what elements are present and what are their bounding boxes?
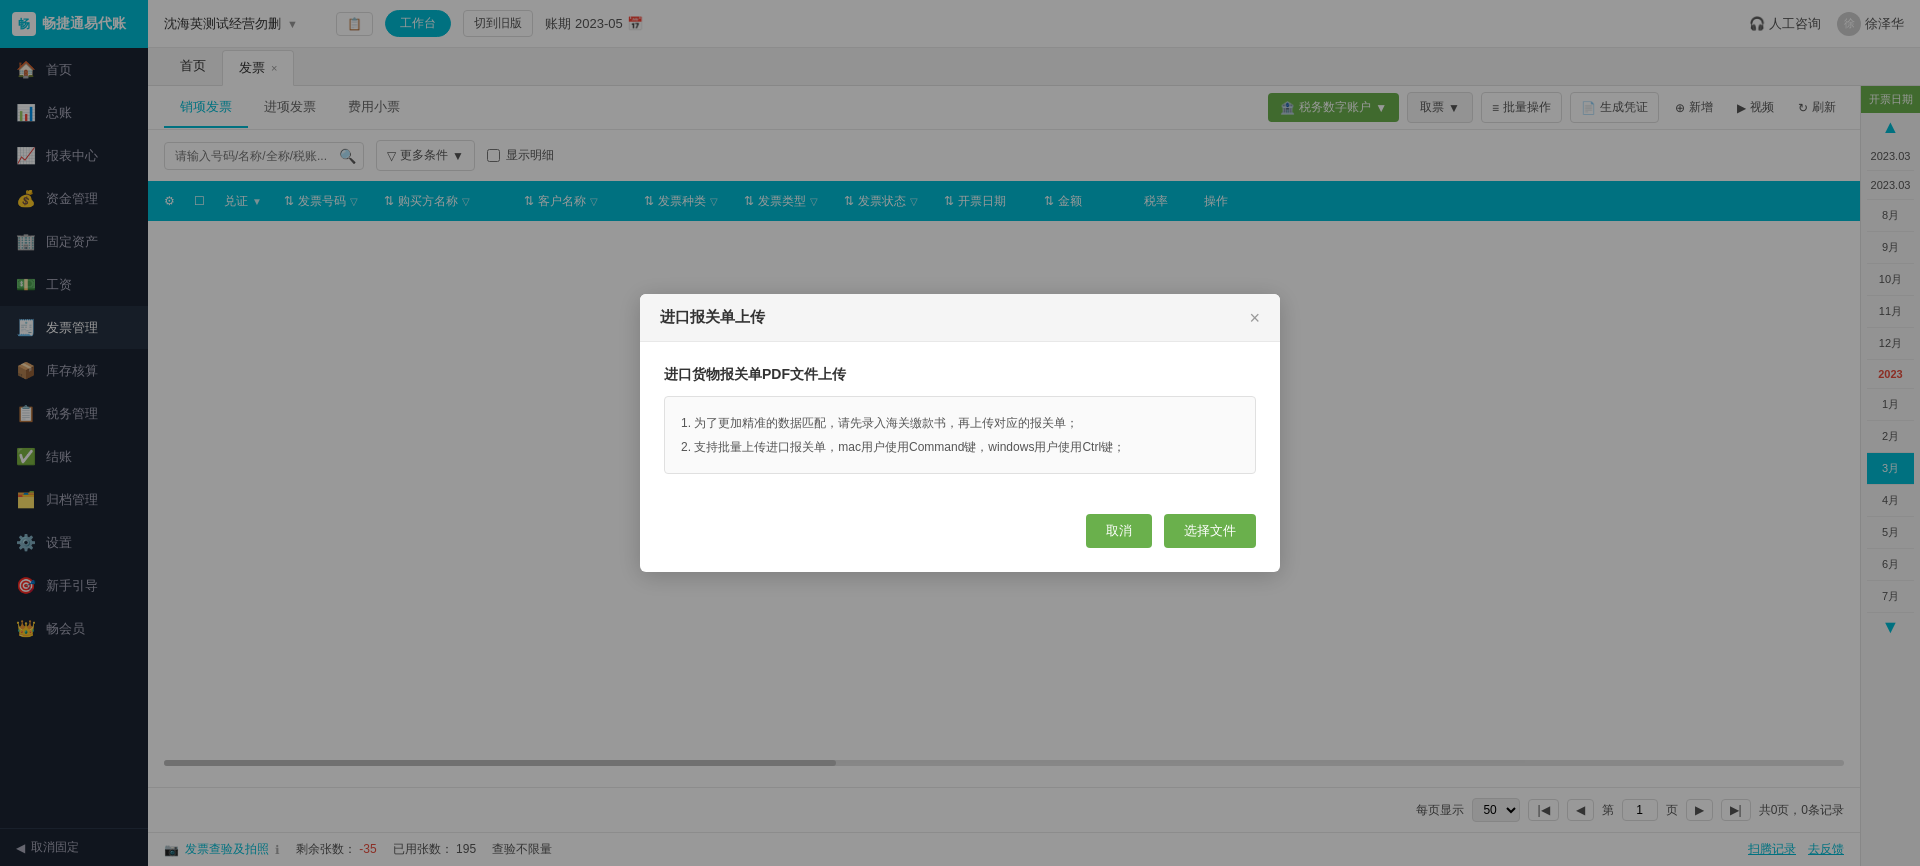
dialog-select-file-button[interactable]: 选择文件	[1164, 514, 1256, 548]
dialog-cancel-button[interactable]: 取消	[1086, 514, 1152, 548]
dialog-info-item-1: 1. 为了更加精准的数据匹配，请先录入海关缴款书，再上传对应的报关单；	[681, 411, 1239, 435]
dialog-header: 进口报关单上传 ×	[640, 294, 1280, 342]
dialog-section-title: 进口货物报关单PDF文件上传	[664, 366, 1256, 384]
dialog-body: 进口货物报关单PDF文件上传 1. 为了更加精准的数据匹配，请先录入海关缴款书，…	[640, 342, 1280, 514]
dialog-overlay[interactable]: 进口报关单上传 × 进口货物报关单PDF文件上传 1. 为了更加精准的数据匹配，…	[0, 0, 1920, 866]
dialog-title: 进口报关单上传	[660, 308, 765, 327]
import-dialog: 进口报关单上传 × 进口货物报关单PDF文件上传 1. 为了更加精准的数据匹配，…	[640, 294, 1280, 572]
dialog-footer: 取消 选择文件	[640, 514, 1280, 572]
dialog-info-box: 1. 为了更加精准的数据匹配，请先录入海关缴款书，再上传对应的报关单； 2. 支…	[664, 396, 1256, 474]
dialog-close-icon[interactable]: ×	[1249, 309, 1260, 327]
dialog-info-item-2: 2. 支持批量上传进口报关单，mac用户使用Command键，windows用户…	[681, 435, 1239, 459]
